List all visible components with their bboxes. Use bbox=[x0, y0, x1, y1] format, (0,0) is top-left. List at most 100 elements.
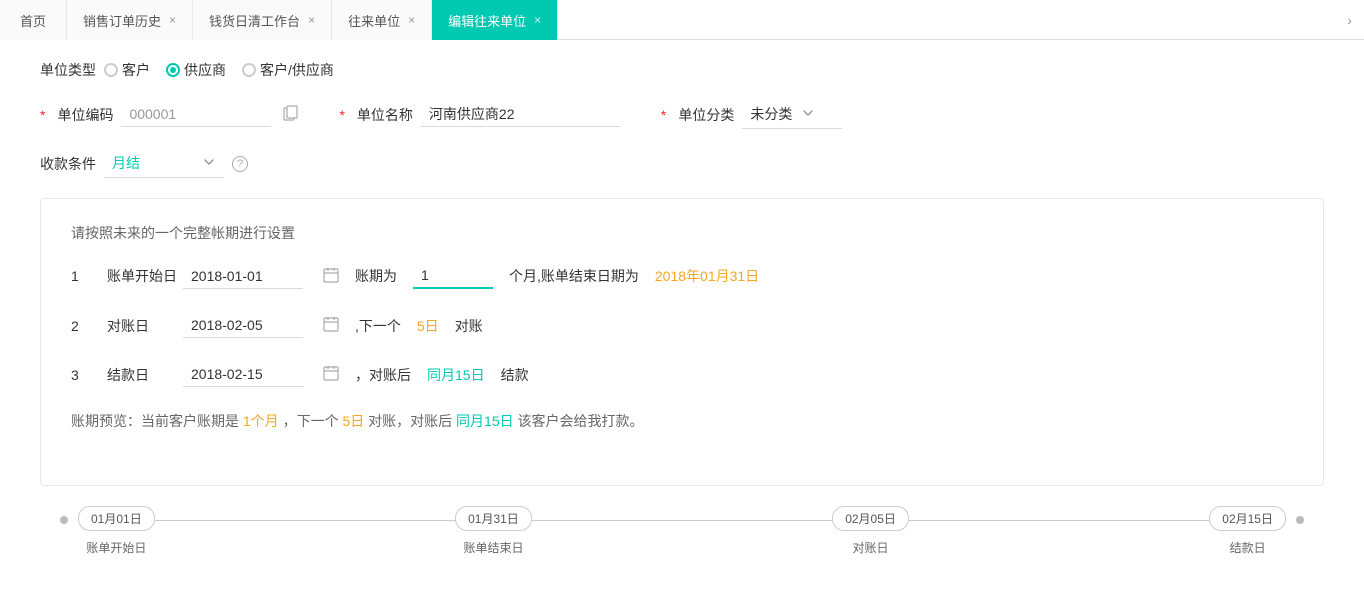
radio-circle-customer bbox=[104, 63, 118, 77]
setting-title: 请按照未来的一个完整帐期进行设置 bbox=[71, 223, 1293, 243]
timeline-node-3: 02月05日 对账日 bbox=[832, 506, 909, 556]
tab-label: 编辑往来单位 bbox=[448, 11, 526, 30]
radio-supplier[interactable]: 供应商 bbox=[166, 60, 226, 80]
timeline-node-2: 01月31日 账单结束日 bbox=[455, 506, 532, 556]
tab-close-icon[interactable]: × bbox=[169, 13, 176, 27]
unit-name-input[interactable] bbox=[421, 102, 621, 127]
tab-label: 钱货日清工作台 bbox=[209, 11, 300, 30]
row-label-3: 结款日 bbox=[107, 365, 167, 385]
chevron-down-icon-payment bbox=[202, 155, 216, 172]
tab-close-icon[interactable]: × bbox=[408, 13, 415, 27]
node-bubble-4: 02月15日 bbox=[1209, 506, 1286, 531]
radio-customer-label: 客户 bbox=[122, 60, 150, 80]
reconcile-suffix-after: 对账 bbox=[455, 316, 483, 336]
start-date-input[interactable] bbox=[183, 264, 303, 289]
chevron-down-icon bbox=[800, 105, 816, 124]
tab-expand-button[interactable]: › bbox=[1335, 0, 1364, 39]
calendar-icon-3[interactable] bbox=[323, 365, 339, 384]
setting-row-1: 1 账单开始日 账期为 个月,账单结束日期为 2018年01月31日 bbox=[71, 263, 1293, 289]
tab-edit-partner[interactable]: 编辑往来单位 × bbox=[432, 0, 558, 40]
setting-box: 请按照未来的一个完整帐期进行设置 1 账单开始日 账期为 个月,账单结束日期为 … bbox=[40, 198, 1324, 486]
unit-info-row: * 单位编码 * 单位名称 * 单位分类 未分类 bbox=[40, 100, 1324, 129]
tab-cash-work[interactable]: 钱货日清工作台 × bbox=[193, 0, 332, 40]
required-star-category: * bbox=[661, 107, 666, 123]
period-label: 账期为 bbox=[355, 266, 397, 286]
unit-type-group: 单位类型 客户 供应商 客户/供应商 bbox=[40, 60, 334, 80]
copy-icon[interactable] bbox=[283, 105, 299, 124]
radio-circle-supplier bbox=[166, 63, 180, 77]
radio-both[interactable]: 客户/供应商 bbox=[242, 60, 334, 80]
period-end-highlight: 2018年01月31日 bbox=[655, 266, 759, 286]
radio-both-label: 客户/供应商 bbox=[260, 60, 334, 80]
reconcile-date-input[interactable] bbox=[183, 313, 303, 338]
tab-close-icon[interactable]: × bbox=[308, 13, 315, 27]
chevron-right-icon: › bbox=[1347, 12, 1352, 28]
payment-suffix-before: ，对账后 bbox=[355, 365, 411, 385]
unit-code-label: 单位编码 bbox=[57, 105, 113, 125]
row-label-1: 账单开始日 bbox=[107, 266, 167, 286]
payment-condition-label: 收款条件 bbox=[40, 154, 96, 174]
calendar-icon-2[interactable] bbox=[323, 316, 339, 335]
main-content: 单位类型 客户 供应商 客户/供应商 * 单位编码 bbox=[0, 40, 1364, 608]
radio-customer[interactable]: 客户 bbox=[104, 60, 150, 80]
reconcile-suffix-before: ,下一个 bbox=[355, 316, 401, 336]
payment-condition-row: 收款条件 月结 ? bbox=[40, 149, 1324, 178]
unit-name-label: 单位名称 bbox=[357, 105, 413, 125]
unit-category-select[interactable]: 未分类 bbox=[742, 100, 842, 129]
radio-circle-both bbox=[242, 63, 256, 77]
period-input[interactable] bbox=[413, 263, 493, 289]
period-unit: 个月,账单结束日期为 bbox=[509, 266, 639, 286]
tab-home[interactable]: 首页 bbox=[0, 0, 67, 40]
setting-row-2: 2 对账日 ,下一个 5日 对账 bbox=[71, 313, 1293, 338]
timeline-node-1: 01月01日 账单开始日 bbox=[78, 506, 155, 556]
help-icon[interactable]: ? bbox=[232, 156, 248, 172]
unit-category-value: 未分类 bbox=[750, 104, 792, 124]
tab-home-label: 首页 bbox=[20, 11, 46, 30]
timeline-node-4: 02月15日 结款日 bbox=[1209, 506, 1286, 556]
preview-prefix: 账期预览：当前客户账期是 bbox=[71, 413, 239, 429]
payment-date-input[interactable] bbox=[183, 362, 303, 387]
setting-row-3: 3 结款日 ，对账后 同月15日 结款 bbox=[71, 362, 1293, 387]
row-number-2: 2 bbox=[71, 318, 91, 334]
unit-category-label: 单位分类 bbox=[678, 105, 734, 125]
tab-label: 往来单位 bbox=[348, 11, 400, 30]
required-star-name: * bbox=[339, 107, 344, 123]
unit-type-radio-group: 客户 供应商 客户/供应商 bbox=[104, 60, 334, 80]
unit-code-input[interactable] bbox=[121, 102, 271, 127]
preview-teal1: 同月15日 bbox=[456, 413, 514, 429]
calendar-icon-1[interactable] bbox=[323, 267, 339, 286]
tab-label: 销售订单历史 bbox=[83, 11, 161, 30]
unit-code-group: * 单位编码 bbox=[40, 102, 299, 127]
required-star-code: * bbox=[40, 107, 45, 123]
timeline-start-dot bbox=[60, 516, 68, 524]
tab-close-icon[interactable]: × bbox=[534, 13, 541, 27]
payment-suffix-after: 结款 bbox=[501, 365, 529, 385]
unit-type-row: 单位类型 客户 供应商 客户/供应商 bbox=[40, 60, 1324, 80]
unit-type-label: 单位类型 bbox=[40, 60, 96, 80]
preview-middle1: ，下一个 bbox=[283, 413, 339, 429]
tab-sales-order-history[interactable]: 销售订单历史 × bbox=[67, 0, 193, 40]
node-label-2: 账单结束日 bbox=[463, 539, 523, 556]
payment-condition-value: 月结 bbox=[112, 153, 194, 173]
timeline-area: 01月01日 账单开始日 01月31日 账单结束日 02月05日 对账日 02月… bbox=[40, 506, 1324, 556]
unit-category-group: * 单位分类 未分类 bbox=[661, 100, 842, 129]
node-label-3: 对账日 bbox=[853, 539, 889, 556]
payment-condition-group: 收款条件 月结 ? bbox=[40, 149, 248, 178]
preview-text: 账期预览：当前客户账期是 1个月 ，下一个 5日 对账，对账后 同月15日 该客… bbox=[71, 411, 1293, 431]
node-bubble-2: 01月31日 bbox=[455, 506, 532, 531]
row-number-3: 3 bbox=[71, 367, 91, 383]
preview-suffix: 该客户会给我打款。 bbox=[518, 413, 644, 429]
payment-suffix-teal: 同月15日 bbox=[427, 365, 485, 385]
node-label-4: 结款日 bbox=[1230, 539, 1266, 556]
payment-condition-select[interactable]: 月结 bbox=[104, 149, 224, 178]
preview-middle2: 对账，对账后 bbox=[368, 413, 452, 429]
tab-bar: 首页 销售订单历史 × 钱货日清工作台 × 往来单位 × 编辑往来单位 × › bbox=[0, 0, 1364, 40]
row-number-1: 1 bbox=[71, 268, 91, 284]
preview-orange1: 1个月 bbox=[243, 413, 279, 429]
unit-name-group: * 单位名称 bbox=[339, 102, 620, 127]
radio-supplier-label: 供应商 bbox=[184, 60, 226, 80]
node-label-1: 账单开始日 bbox=[86, 539, 146, 556]
row-label-2: 对账日 bbox=[107, 316, 167, 336]
tab-partner[interactable]: 往来单位 × bbox=[332, 0, 432, 40]
reconcile-suffix-orange: 5日 bbox=[417, 316, 439, 336]
